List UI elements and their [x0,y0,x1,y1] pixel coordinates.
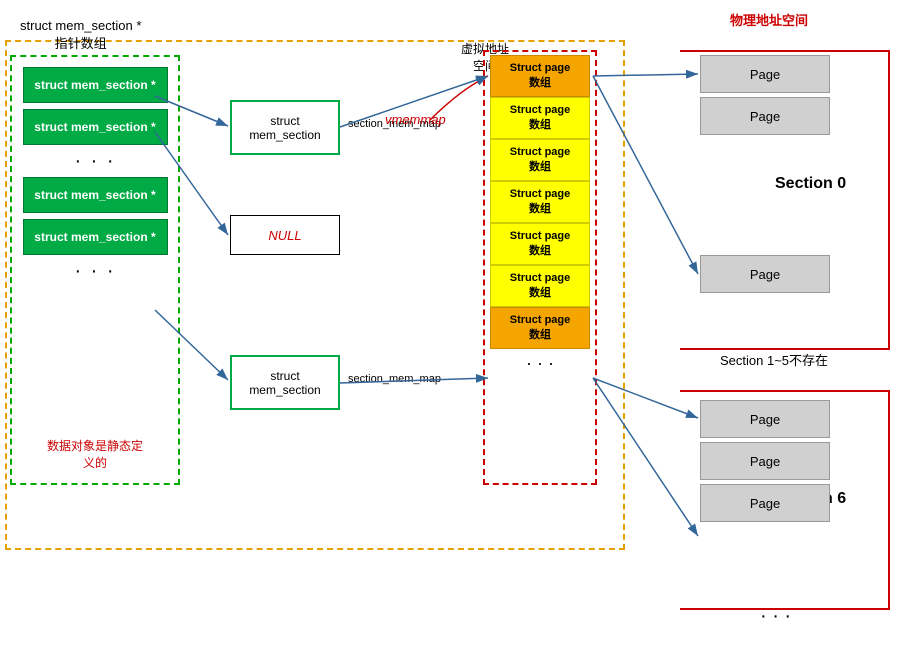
struct-page-cell-3: Struct page数组 [490,181,590,223]
page-group-section6: Page Page Page [700,400,830,526]
diagram-container: struct mem_section * 指针数组 struct mem_sec… [0,0,914,648]
mem-section-cell-3: struct mem_section * [23,177,168,213]
mem-section-cell-2: struct mem_section * [23,109,168,145]
physical-space-label: 物理地址空间 [730,10,808,29]
static-label: 数据对象是静态定 义的 [47,437,143,471]
section0-label: Section 0 [775,175,846,193]
title-area: struct mem_section * 指针数组 [20,18,141,52]
page-cell-1: Page [700,55,830,93]
struct-page-cell-4: Struct page数组 [490,223,590,265]
title-line1: struct mem_section * [20,18,141,33]
page-cell-5: Page [700,442,830,480]
struct-mem-section-lower: structmem_section [230,355,340,410]
title-line2: 指针数组 [20,33,141,52]
page-group-section0-bottom: Page [700,255,830,297]
dots-2: · · · [74,261,115,281]
vmemmap-label: vmemmap [385,112,446,127]
struct-page-cell-5: Struct page数组 [490,265,590,307]
section1to5-label: Section 1~5不存在 [720,350,828,369]
struct-page-cell-1: Struct page数组 [490,97,590,139]
struct-page-dots: · · · [490,349,590,378]
struct-page-cell-0: Struct page数组 [490,55,590,97]
dots-1: · · · [74,151,115,171]
struct-page-column: Struct page数组 Struct page数组 Struct page数… [490,55,590,378]
page-cell-3: Page [700,255,830,293]
null-box: NULL [230,215,340,255]
pointer-array-box: struct mem_section * struct mem_section … [10,55,180,485]
bottom-dots: · · · [760,605,791,628]
struct-page-cell-6: Struct page数组 [490,307,590,349]
page-group-upper: Page Page [700,55,840,139]
page-cell-2: Page [700,97,830,135]
section-mem-map-label-lower: section_mem_map [348,373,441,385]
page-cell-6: Page [700,484,830,522]
page-cell-4: Page [700,400,830,438]
struct-page-cell-2: Struct page数组 [490,139,590,181]
struct-mem-section-upper: structmem_section [230,100,340,155]
mem-section-cell-4: struct mem_section * [23,219,168,255]
mem-section-cell-1: struct mem_section * [23,67,168,103]
